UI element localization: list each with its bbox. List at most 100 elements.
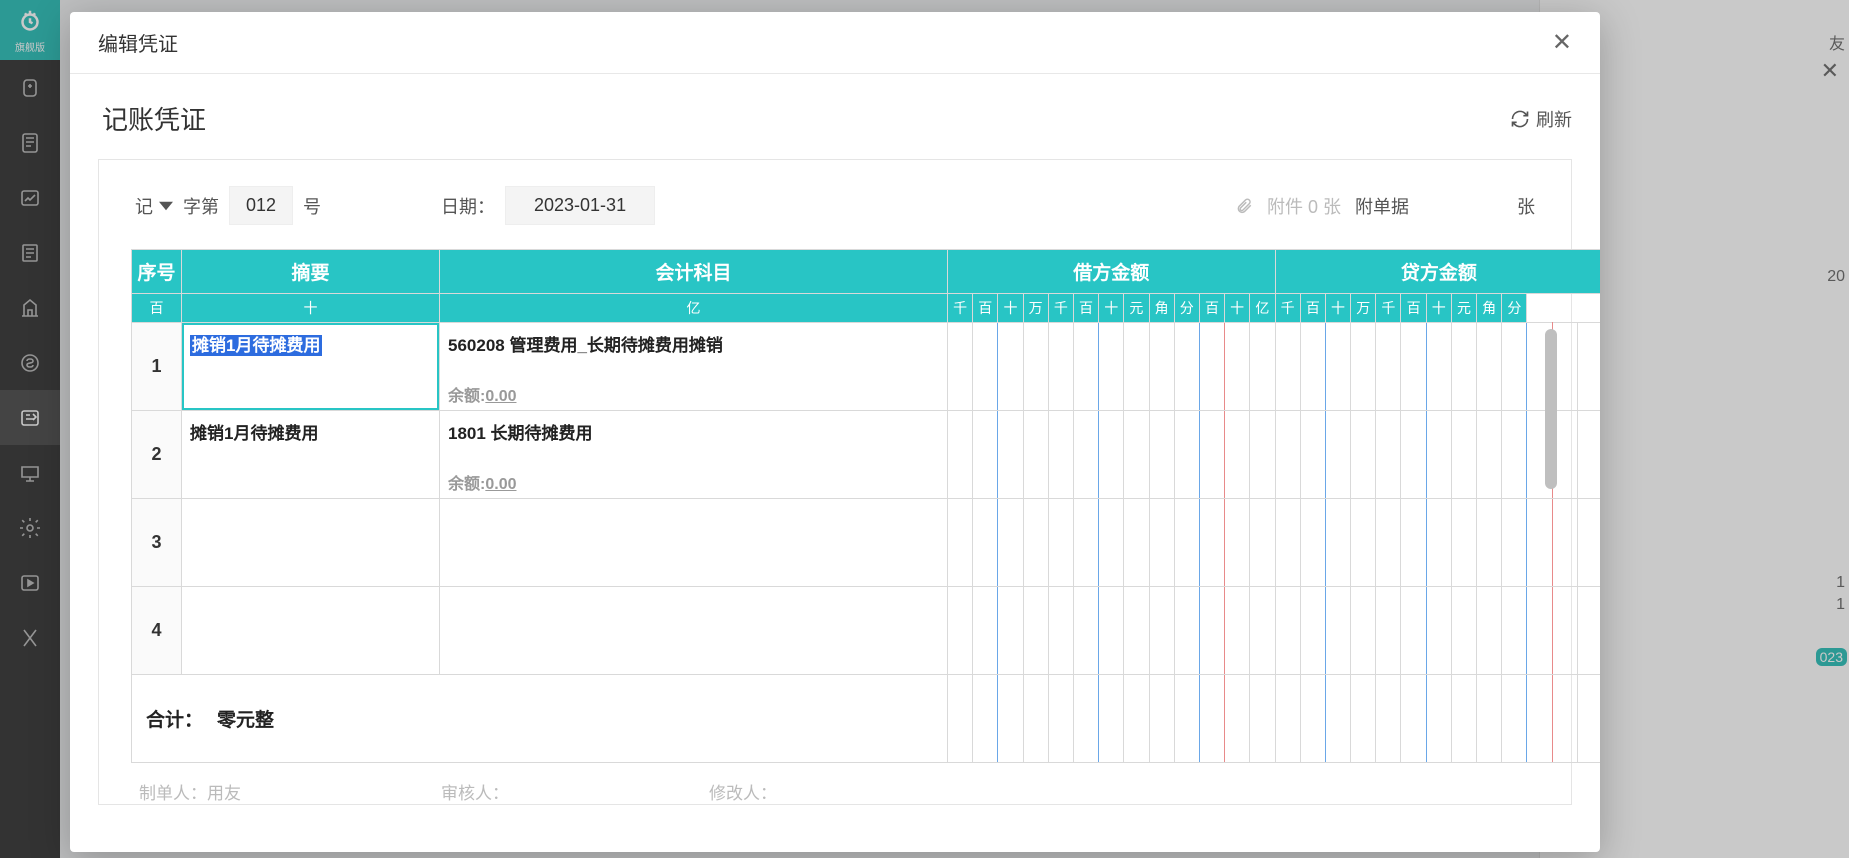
amount-digit-cell[interactable]	[1477, 499, 1502, 587]
amount-digit-cell[interactable]	[1426, 411, 1451, 499]
account-cell[interactable]: 1801 长期待摊费用 余额:0.00	[440, 411, 947, 498]
amount-digit-cell[interactable]	[998, 587, 1023, 675]
amount-digit-cell[interactable]	[973, 411, 998, 499]
amount-digit-cell[interactable]	[1174, 499, 1199, 587]
amount-digit-cell[interactable]	[1225, 587, 1250, 675]
amount-digit-cell[interactable]	[1023, 499, 1048, 587]
amount-digit-cell[interactable]	[1325, 411, 1350, 499]
amount-digit-cell[interactable]	[1048, 499, 1073, 587]
amount-digit-cell[interactable]	[1250, 411, 1275, 499]
amount-digit-cell[interactable]	[1527, 587, 1552, 675]
amount-digit-cell[interactable]	[1099, 499, 1124, 587]
amount-digit-cell[interactable]	[1552, 499, 1577, 587]
amount-digit-cell[interactable]	[1073, 499, 1098, 587]
amount-digit-cell[interactable]	[948, 587, 973, 675]
amount-digit-cell[interactable]	[1502, 411, 1527, 499]
close-icon[interactable]: ✕	[1552, 31, 1572, 55]
amount-digit-cell[interactable]	[1376, 411, 1401, 499]
amount-digit-cell[interactable]	[1023, 411, 1048, 499]
amount-digit-cell[interactable]	[1048, 587, 1073, 675]
amount-digit-cell[interactable]	[1199, 499, 1224, 587]
amount-digit-cell[interactable]	[1401, 411, 1426, 499]
amount-digit-cell[interactable]	[1477, 411, 1502, 499]
amount-digit-cell[interactable]	[1174, 587, 1199, 675]
amount-digit-cell[interactable]	[1048, 323, 1073, 411]
scrollbar-thumb[interactable]	[1545, 329, 1557, 489]
voucher-type-selector[interactable]: 记	[135, 193, 173, 219]
amount-digit-cell[interactable]	[1401, 499, 1426, 587]
amount-digit-cell[interactable]	[1149, 499, 1174, 587]
amount-digit-cell[interactable]	[948, 499, 973, 587]
amount-digit-cell[interactable]	[1250, 323, 1275, 411]
amount-digit-cell[interactable]	[1073, 323, 1098, 411]
amount-digit-cell[interactable]	[1149, 587, 1174, 675]
amount-digit-cell[interactable]	[1527, 499, 1552, 587]
summary-cell[interactable]	[182, 587, 439, 603]
amount-digit-cell[interactable]	[1300, 587, 1325, 675]
amount-digit-cell[interactable]	[1250, 587, 1275, 675]
amount-digit-cell[interactable]	[1325, 323, 1350, 411]
amount-digit-cell[interactable]	[1073, 411, 1098, 499]
amount-digit-cell[interactable]	[1275, 499, 1300, 587]
amount-digit-cell[interactable]	[1023, 587, 1048, 675]
amount-digit-cell[interactable]	[973, 323, 998, 411]
amount-digit-cell[interactable]	[1376, 587, 1401, 675]
summary-cell[interactable]: 摊销1月待摊费用	[182, 323, 439, 410]
account-cell[interactable]	[440, 499, 947, 586]
amount-digit-cell[interactable]	[1149, 411, 1174, 499]
amount-digit-cell[interactable]	[1199, 587, 1224, 675]
amount-digit-cell[interactable]	[1300, 411, 1325, 499]
amount-digit-cell[interactable]	[1502, 323, 1527, 411]
amount-digit-cell[interactable]	[1376, 499, 1401, 587]
amount-digit-cell[interactable]	[1351, 499, 1376, 587]
amount-digit-cell[interactable]	[1275, 587, 1300, 675]
amount-digit-cell[interactable]	[1325, 587, 1350, 675]
amount-digit-cell[interactable]	[1577, 587, 1600, 675]
amount-digit-cell[interactable]	[1124, 587, 1149, 675]
amount-digit-cell[interactable]	[1225, 499, 1250, 587]
amount-digit-cell[interactable]	[1199, 411, 1224, 499]
amount-digit-cell[interactable]	[1351, 587, 1376, 675]
amount-digit-cell[interactable]	[1300, 499, 1325, 587]
amount-digit-cell[interactable]	[1426, 323, 1451, 411]
amount-digit-cell[interactable]	[1325, 499, 1350, 587]
amount-digit-cell[interactable]	[1275, 411, 1300, 499]
amount-digit-cell[interactable]	[1376, 323, 1401, 411]
amount-digit-cell[interactable]	[1451, 499, 1476, 587]
external-doc-input[interactable]	[1423, 188, 1503, 224]
amount-digit-cell[interactable]	[998, 323, 1023, 411]
amount-digit-cell[interactable]	[1451, 587, 1476, 675]
refresh-button[interactable]: 刷新	[1510, 106, 1572, 132]
amount-digit-cell[interactable]	[1401, 323, 1426, 411]
amount-digit-cell[interactable]	[1124, 323, 1149, 411]
amount-digit-cell[interactable]	[1225, 411, 1250, 499]
amount-digit-cell[interactable]	[1477, 323, 1502, 411]
summary-cell[interactable]	[182, 499, 439, 515]
amount-digit-cell[interactable]	[973, 499, 998, 587]
amount-digit-cell[interactable]	[998, 499, 1023, 587]
amount-digit-cell[interactable]	[1577, 411, 1600, 499]
amount-digit-cell[interactable]	[1048, 411, 1073, 499]
amount-digit-cell[interactable]	[1451, 411, 1476, 499]
amount-digit-cell[interactable]	[1199, 323, 1224, 411]
amount-digit-cell[interactable]	[1477, 587, 1502, 675]
account-cell[interactable]: 560208 管理费用_长期待摊费用摊销 余额:0.00	[440, 323, 947, 410]
amount-digit-cell[interactable]	[1275, 323, 1300, 411]
amount-digit-cell[interactable]	[1174, 323, 1199, 411]
amount-digit-cell[interactable]	[1149, 323, 1174, 411]
amount-digit-cell[interactable]	[1099, 587, 1124, 675]
amount-digit-cell[interactable]	[1426, 499, 1451, 587]
amount-digit-cell[interactable]	[1124, 411, 1149, 499]
amount-digit-cell[interactable]	[1502, 587, 1527, 675]
amount-digit-cell[interactable]	[1577, 323, 1600, 411]
amount-digit-cell[interactable]	[1577, 499, 1600, 587]
amount-digit-cell[interactable]	[1023, 323, 1048, 411]
amount-digit-cell[interactable]	[1426, 587, 1451, 675]
summary-cell[interactable]: 摊销1月待摊费用	[182, 411, 439, 452]
amount-digit-cell[interactable]	[1300, 323, 1325, 411]
amount-digit-cell[interactable]	[948, 323, 973, 411]
amount-digit-cell[interactable]	[1451, 323, 1476, 411]
attachment-count[interactable]: 附件 0 张	[1267, 193, 1341, 219]
amount-digit-cell[interactable]	[1351, 323, 1376, 411]
amount-digit-cell[interactable]	[1250, 499, 1275, 587]
